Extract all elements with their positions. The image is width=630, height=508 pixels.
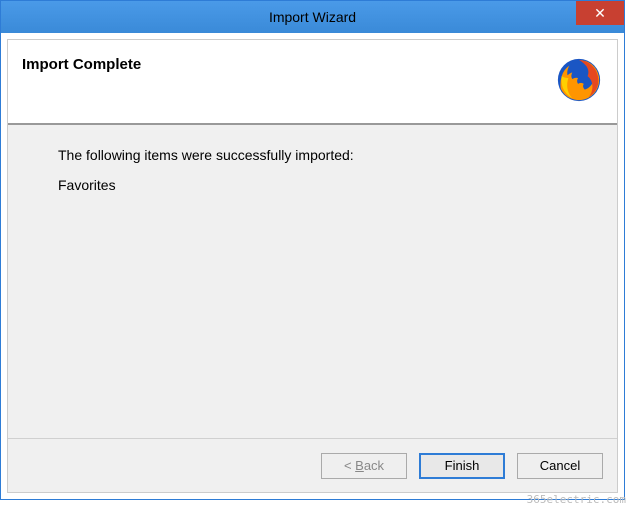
cancel-button[interactable]: Cancel bbox=[517, 453, 603, 479]
window-title: Import Wizard bbox=[269, 9, 356, 25]
imported-item: Favorites bbox=[58, 177, 567, 193]
back-button[interactable]: < Back bbox=[321, 453, 407, 479]
close-button[interactable]: ✕ bbox=[576, 1, 624, 25]
content-panel: Import Complete The following items were… bbox=[7, 39, 618, 493]
watermark: 365electric.com bbox=[527, 493, 626, 506]
close-icon: ✕ bbox=[594, 6, 606, 20]
wizard-window: Import Wizard ✕ Import Complete The foll… bbox=[0, 0, 625, 500]
success-message: The following items were successfully im… bbox=[58, 147, 567, 163]
button-bar: < Back Finish Cancel bbox=[8, 438, 617, 492]
wizard-body: The following items were successfully im… bbox=[8, 125, 617, 441]
titlebar: Import Wizard ✕ bbox=[1, 1, 624, 33]
wizard-header: Import Complete bbox=[8, 40, 617, 125]
firefox-icon bbox=[555, 56, 603, 109]
finish-button[interactable]: Finish bbox=[419, 453, 505, 479]
page-title: Import Complete bbox=[22, 56, 141, 73]
